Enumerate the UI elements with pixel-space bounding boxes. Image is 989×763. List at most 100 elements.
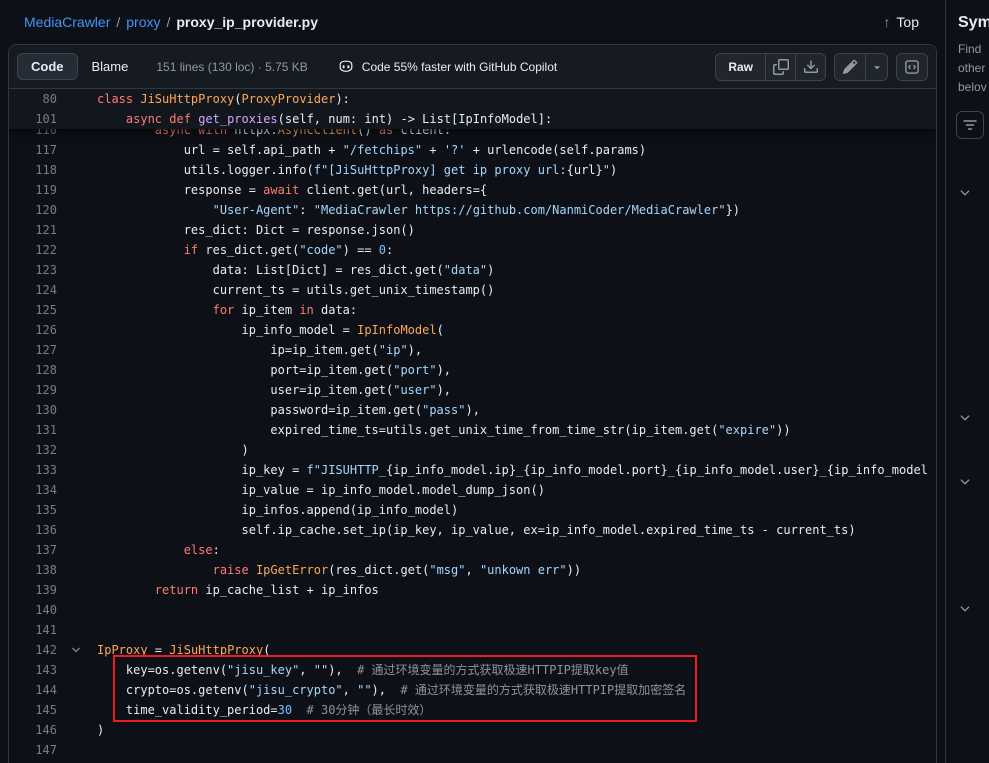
line-number[interactable]: 132 [9,440,57,460]
breadcrumb-folder-link[interactable]: proxy [126,14,160,30]
line-number[interactable]: 118 [9,160,57,180]
code-text: expired_time_ts=utils.get_unix_time_from… [97,420,791,440]
line-number[interactable]: 138 [9,560,57,580]
gutter [57,480,97,500]
line-number[interactable]: 123 [9,260,57,280]
line-number[interactable]: 125 [9,300,57,320]
code-text: if res_dict.get("code") == 0: [97,240,393,260]
code-text: ) [97,720,104,740]
code-token: " [603,163,610,177]
gutter [57,200,97,220]
code-token: _ [820,463,827,477]
line-number[interactable]: 128 [9,360,57,380]
line-number[interactable]: 124 [9,280,57,300]
chevron-down-icon[interactable] [958,602,972,616]
code-token: ip_value = ip_info_model.model_dump_json… [97,483,545,497]
code-token: "MediaCrawler https://github.com/NanmiCo… [314,203,726,217]
download-raw-button[interactable] [795,54,825,80]
line-number[interactable]: 127 [9,340,57,360]
code-line: 141 [9,620,936,640]
code-line: 138 raise IpGetError(res_dict.get("msg",… [9,560,936,580]
line-number[interactable]: 137 [9,540,57,560]
line-number[interactable]: 80 [9,89,57,109]
code-token: "unkown err" [480,563,567,577]
code-line: 145 time_validity_period=30 # 30分钟（最长时效） [9,700,936,720]
line-number[interactable]: 135 [9,500,57,520]
chevron-down-icon[interactable] [958,186,972,200]
line-number[interactable]: 139 [9,580,57,600]
line-number[interactable]: 122 [9,240,57,260]
code-text: self.ip_cache.set_ip(ip_key, ip_value, e… [97,520,856,540]
code-line: 124 current_ts = utils.get_unix_timestam… [9,280,936,300]
code-token: self.ip_cache.set_ip(ip_key, ip_value, e… [97,523,856,537]
copy-raw-content-button[interactable] [765,54,795,80]
code-text: IpProxy = JiSuHttpProxy( [97,640,270,660]
code-line: 146) [9,720,936,740]
scroll-to-top-button[interactable]: ↑ Top [873,8,929,36]
code-text: utils.logger.info(f"[JiSuHttpProxy] get … [97,160,617,180]
line-number[interactable]: 146 [9,720,57,740]
raw-button[interactable]: Raw [716,54,765,80]
line-number[interactable]: 144 [9,680,57,700]
line-number[interactable]: 130 [9,400,57,420]
breadcrumb-repo-link[interactable]: MediaCrawler [24,14,110,30]
code-token: user=ip_item.get( [97,383,393,397]
download-icon [803,59,819,75]
code-line: 117 url = self.api_path + "/fetchips" + … [9,140,936,160]
tab-code[interactable]: Code [17,53,78,80]
line-number[interactable]: 121 [9,220,57,240]
gutter [57,680,97,700]
code-line: 101 async def get_proxies(self, num: int… [9,109,936,129]
chevron-down-icon [871,61,883,73]
edit-file-button[interactable] [835,54,865,80]
line-number[interactable]: 145 [9,700,57,720]
copilot-banner[interactable]: Code 55% faster with GitHub Copilot [338,59,557,75]
code-token: ), [328,663,357,677]
gutter [57,160,97,180]
code-token: "/fetchips" [343,143,422,157]
raw-copy-download-group: Raw [715,53,826,81]
fold-chevron-icon[interactable] [57,640,97,660]
code-token: , [465,563,479,577]
code-token: in [299,303,313,317]
code-text: ip=ip_item.get("ip"), [97,340,422,360]
code-token: current_ts = utils.get_unix_timestamp() [97,283,494,297]
code-token: : [213,543,220,557]
code-token: IpInfoModel [357,323,436,337]
filter-button[interactable] [956,111,984,139]
code-token: ), [372,683,401,697]
code-line: 125 for ip_item in data: [9,300,936,320]
code-token: JiSuHttpProxy [169,643,263,657]
line-number[interactable]: 119 [9,180,57,200]
gutter [57,420,97,440]
symbols-panel-toggle-button[interactable] [897,54,927,80]
code-token: "pass" [422,403,465,417]
chevron-down-icon[interactable] [958,411,972,425]
line-number[interactable]: 142 [9,640,57,660]
line-number[interactable]: 101 [9,109,57,129]
breadcrumb-separator: / [166,14,170,30]
line-number[interactable]: 129 [9,380,57,400]
line-number[interactable]: 126 [9,320,57,340]
line-number[interactable]: 131 [9,420,57,440]
line-number[interactable]: 133 [9,460,57,480]
line-number[interactable]: 120 [9,200,57,220]
line-number[interactable]: 147 [9,740,57,760]
line-number[interactable]: 140 [9,600,57,620]
copilot-icon [338,59,354,75]
code-text: "User-Agent": "MediaCrawler https://gith… [97,200,740,220]
line-number[interactable]: 136 [9,520,57,540]
code-token: }) [726,203,740,217]
chevron-down-icon[interactable] [958,475,972,489]
code-line: 132 ) [9,440,936,460]
code-token: "user" [393,383,436,397]
edit-dropdown-button[interactable] [865,54,887,80]
line-number[interactable]: 117 [9,140,57,160]
breadcrumb: MediaCrawler / proxy / proxy_ip_provider… [24,14,318,30]
panel-toggle-wrap [896,53,928,81]
line-number[interactable]: 141 [9,620,57,640]
code-text: key=os.getenv("jisu_key", ""), # 通过环境变量的… [97,660,629,680]
tab-blame[interactable]: Blame [78,53,143,80]
line-number[interactable]: 143 [9,660,57,680]
line-number[interactable]: 134 [9,480,57,500]
